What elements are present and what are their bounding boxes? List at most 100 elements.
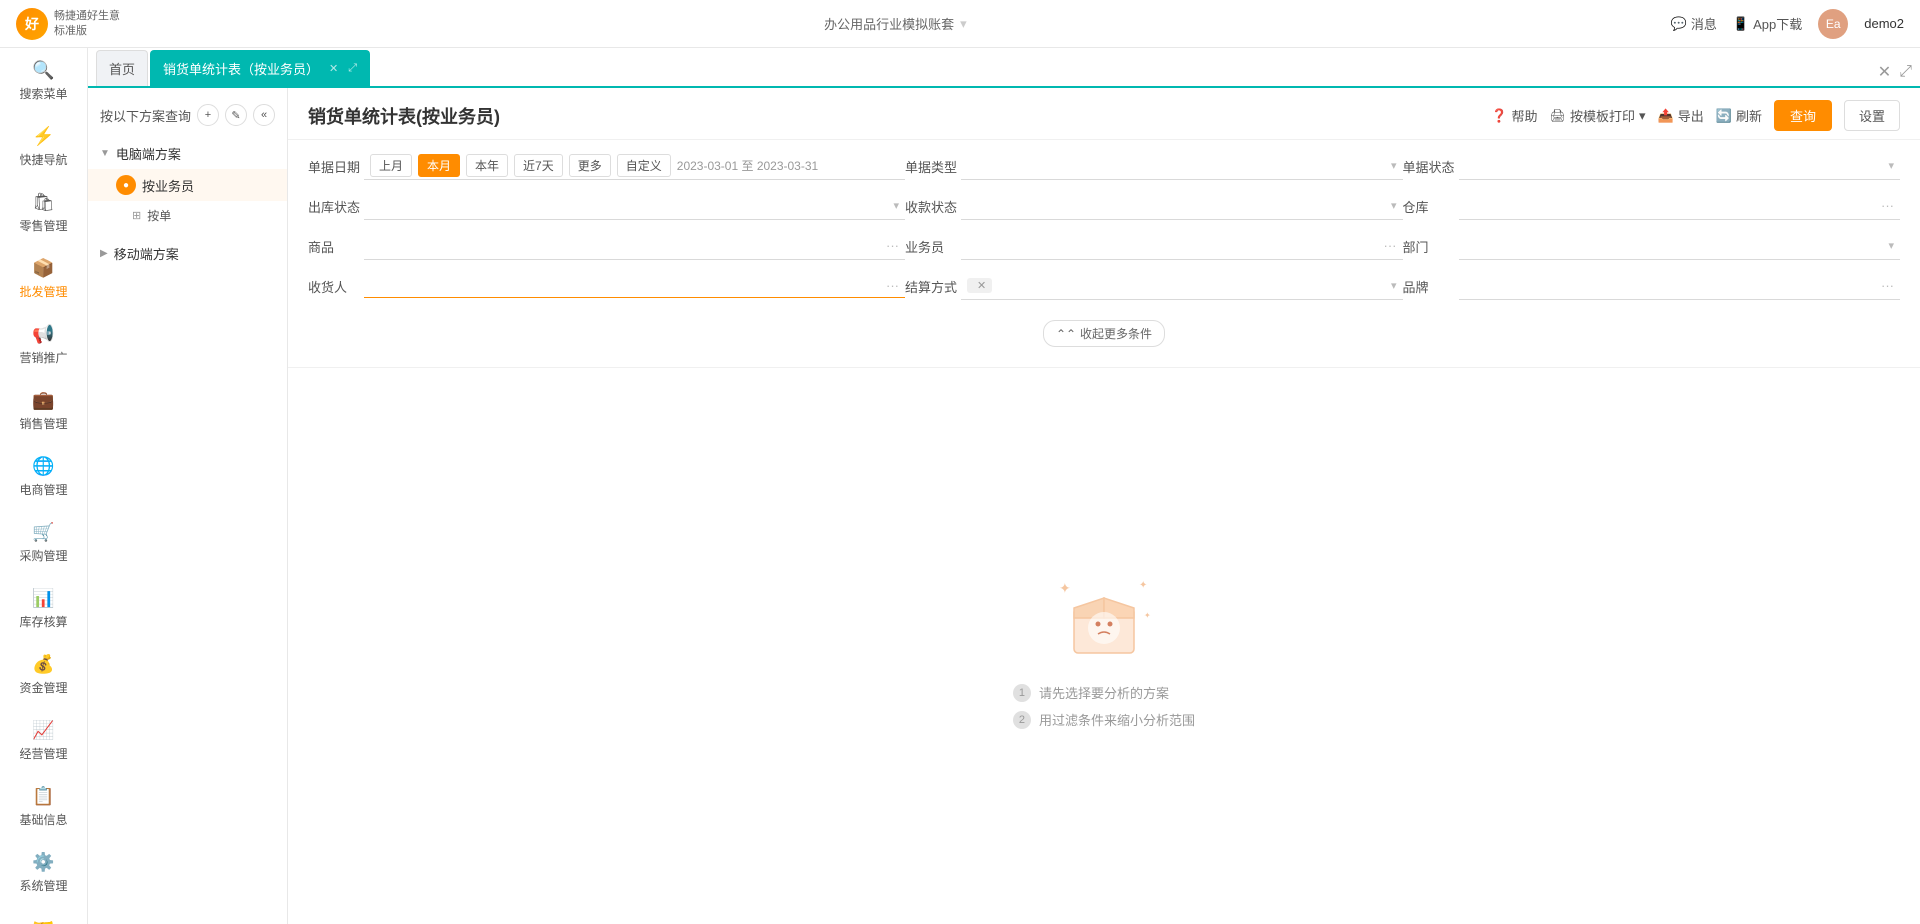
tab-close-icon[interactable]: ✕: [329, 62, 338, 75]
sidebar-item-sales[interactable]: 💼 销售管理: [0, 378, 87, 444]
globe-icon: 🌐: [32, 456, 54, 477]
brand-label: 品牌: [1403, 277, 1459, 296]
goods-select[interactable]: ···: [364, 232, 905, 260]
settlement-label: 结算方式: [905, 277, 961, 296]
trending-icon: 📈: [32, 720, 54, 741]
type-select[interactable]: ▾: [961, 152, 1403, 180]
sidebar-item-basic[interactable]: 📋 基础信息: [0, 774, 87, 840]
status-select[interactable]: ▾: [1459, 152, 1901, 180]
consignee-dots-icon: ···: [886, 278, 899, 293]
consignee-control[interactable]: ···: [364, 274, 905, 298]
app-download-button[interactable]: 📱 App下载: [1733, 14, 1802, 33]
lightning-icon: ⚡: [32, 126, 54, 147]
logo-area: 好 畅捷通好生意 标准版: [16, 8, 120, 40]
sidebar-item-finance[interactable]: 💰 资金管理: [0, 642, 87, 708]
money-icon: 💰: [32, 654, 54, 675]
page-actions: ❓ 帮助 🖨 按模板打印 ▾ 📤 导出 🔄: [1491, 100, 1900, 131]
filter-row-2: 出库状态 ▾ 收款状态 ▾: [308, 192, 1900, 220]
tree-child-salesperson[interactable]: ● 按业务员: [88, 169, 287, 201]
settlement-select[interactable]: ✕ ▾: [961, 272, 1403, 300]
receipt-dropdown-icon: ▾: [1391, 199, 1397, 212]
tree-section-mobile: ▶ 移动端方案: [88, 234, 287, 273]
date-btn-custom[interactable]: 自定义: [617, 154, 671, 177]
tree-sub-child-byorder[interactable]: ⊞ 按单: [88, 201, 287, 230]
template-print-button[interactable]: 🖨 按模板打印 ▾: [1550, 106, 1646, 125]
consignee-label: 收货人: [308, 277, 364, 296]
sidebar-item-search-menu[interactable]: 🔍 搜索菜单: [0, 48, 87, 114]
help-button[interactable]: ❓ 帮助: [1491, 106, 1537, 125]
sidebar-item-marketing[interactable]: 📢 营销推广: [0, 312, 87, 378]
date-btn-more[interactable]: 更多: [569, 154, 611, 177]
tab-sales-report[interactable]: 销货单统计表（按业务员） ✕ ⤢: [150, 50, 370, 86]
refresh-button[interactable]: 🔄 刷新: [1716, 106, 1762, 125]
export-button[interactable]: 📤 导出: [1658, 106, 1704, 125]
sidebar-item-inventory[interactable]: 📊 库存核算: [0, 576, 87, 642]
sidebar-item-retail[interactable]: 🛍 零售管理: [0, 180, 87, 246]
sidebar: 🔍 搜索菜单 ⚡ 快捷导航 🛍 零售管理 📦 批发管理 📢 营销推广 💼 销售管…: [0, 48, 88, 924]
status-label: 单据状态: [1403, 157, 1459, 176]
collapse-button[interactable]: ⌃⌃ 收起更多条件: [1043, 320, 1165, 347]
tree-root-desktop[interactable]: ▼ 电脑端方案: [88, 138, 287, 169]
sidebar-item-ecommerce[interactable]: 🌐 电商管理: [0, 444, 87, 510]
tab-bar: 首页 销货单统计表（按业务员） ✕ ⤢ ✕ ⤢: [88, 48, 1920, 88]
filter-brand: 品牌 ···: [1403, 272, 1901, 300]
filter-row-4: 收货人 ··· 结算方式 ✕: [308, 272, 1900, 300]
tab-home[interactable]: 首页: [96, 50, 148, 86]
tree-root-mobile[interactable]: ▶ 移动端方案: [88, 238, 287, 269]
date-btn-last-7-days[interactable]: 近7天: [514, 154, 563, 177]
header-left: 好 畅捷通好生意 标准版: [16, 8, 120, 40]
message-button[interactable]: 💬 消息: [1671, 14, 1717, 33]
retail-icon: 🛍: [32, 192, 55, 213]
active-dot: ●: [116, 175, 136, 195]
date-btn-last-month[interactable]: 上月: [370, 154, 412, 177]
dept-select[interactable]: ▾: [1459, 232, 1901, 260]
empty-illustration: ✦ ✦ ✦: [1044, 563, 1164, 663]
sidebar-item-wholesale[interactable]: 📦 批发管理: [0, 246, 87, 312]
sidebar-item-operation[interactable]: 📈 经营管理: [0, 708, 87, 774]
filter-row-1: 单据日期 上月 本月 本年 近7天 更多 自定义 20: [308, 152, 1900, 180]
tab-close-all-button[interactable]: ✕: [1878, 62, 1891, 82]
out-status-dropdown-icon: ▾: [893, 199, 899, 212]
help-icon: ❓: [1491, 108, 1507, 124]
edit-scheme-button[interactable]: ✎: [225, 104, 247, 126]
add-scheme-button[interactable]: +: [197, 104, 219, 126]
receipt-status-select[interactable]: ▾: [961, 192, 1403, 220]
date-btn-this-month[interactable]: 本月: [418, 154, 460, 177]
cart-icon: 🛒: [32, 522, 54, 543]
sidebar-item-purchase[interactable]: 🛒 采购管理: [0, 510, 87, 576]
avatar[interactable]: Ea: [1818, 9, 1848, 39]
grid-icon: ⊞: [132, 209, 141, 222]
goods-dots-icon: ···: [886, 238, 899, 253]
sidebar-item-system[interactable]: ⚙️ 系统管理: [0, 840, 87, 906]
search-icon: 🔍: [32, 60, 54, 81]
type-label: 单据类型: [905, 157, 961, 176]
settlement-tag-close-icon[interactable]: ✕: [977, 279, 986, 292]
filter-goods: 商品 ···: [308, 232, 905, 260]
print-dropdown-icon: ▾: [1639, 108, 1646, 124]
chart-icon: 📊: [32, 588, 54, 609]
refresh-icon: 🔄: [1716, 108, 1732, 124]
filter-row-3: 商品 ··· 业务员 ···: [308, 232, 1900, 260]
settlement-tag: ✕: [967, 278, 992, 293]
sidebar-item-enterprise[interactable]: 🤝 企业协同: [0, 906, 87, 924]
filter-receipt-status: 收款状态 ▾: [905, 192, 1403, 220]
warehouse-select[interactable]: ···: [1459, 192, 1901, 220]
out-status-select[interactable]: ▾: [364, 192, 905, 220]
brand-select[interactable]: ···: [1459, 272, 1901, 300]
date-range-text: 2023-03-01 至 2023-03-31: [677, 157, 818, 174]
settings-button[interactable]: 设置: [1844, 100, 1900, 131]
consignee-input[interactable]: [370, 278, 886, 293]
collapse-panel-button[interactable]: «: [253, 104, 275, 126]
filter-settlement: 结算方式 ✕ ▾: [905, 272, 1403, 300]
query-button[interactable]: 查询: [1774, 100, 1832, 131]
clipboard-icon: 📋: [32, 786, 54, 807]
tab-bar-actions: ✕ ⤢: [1878, 62, 1912, 86]
step-2-number: 2: [1013, 711, 1031, 729]
date-btn-this-year[interactable]: 本年: [466, 154, 508, 177]
tab-fullscreen-button[interactable]: ⤢: [1899, 63, 1912, 81]
tab-maximize-icon[interactable]: ⤢: [348, 62, 357, 75]
salesperson-select[interactable]: ···: [961, 232, 1403, 260]
warehouse-label: 仓库: [1403, 197, 1459, 216]
sidebar-item-quick-nav[interactable]: ⚡ 快捷导航: [0, 114, 87, 180]
megaphone-icon: 📢: [32, 324, 54, 345]
